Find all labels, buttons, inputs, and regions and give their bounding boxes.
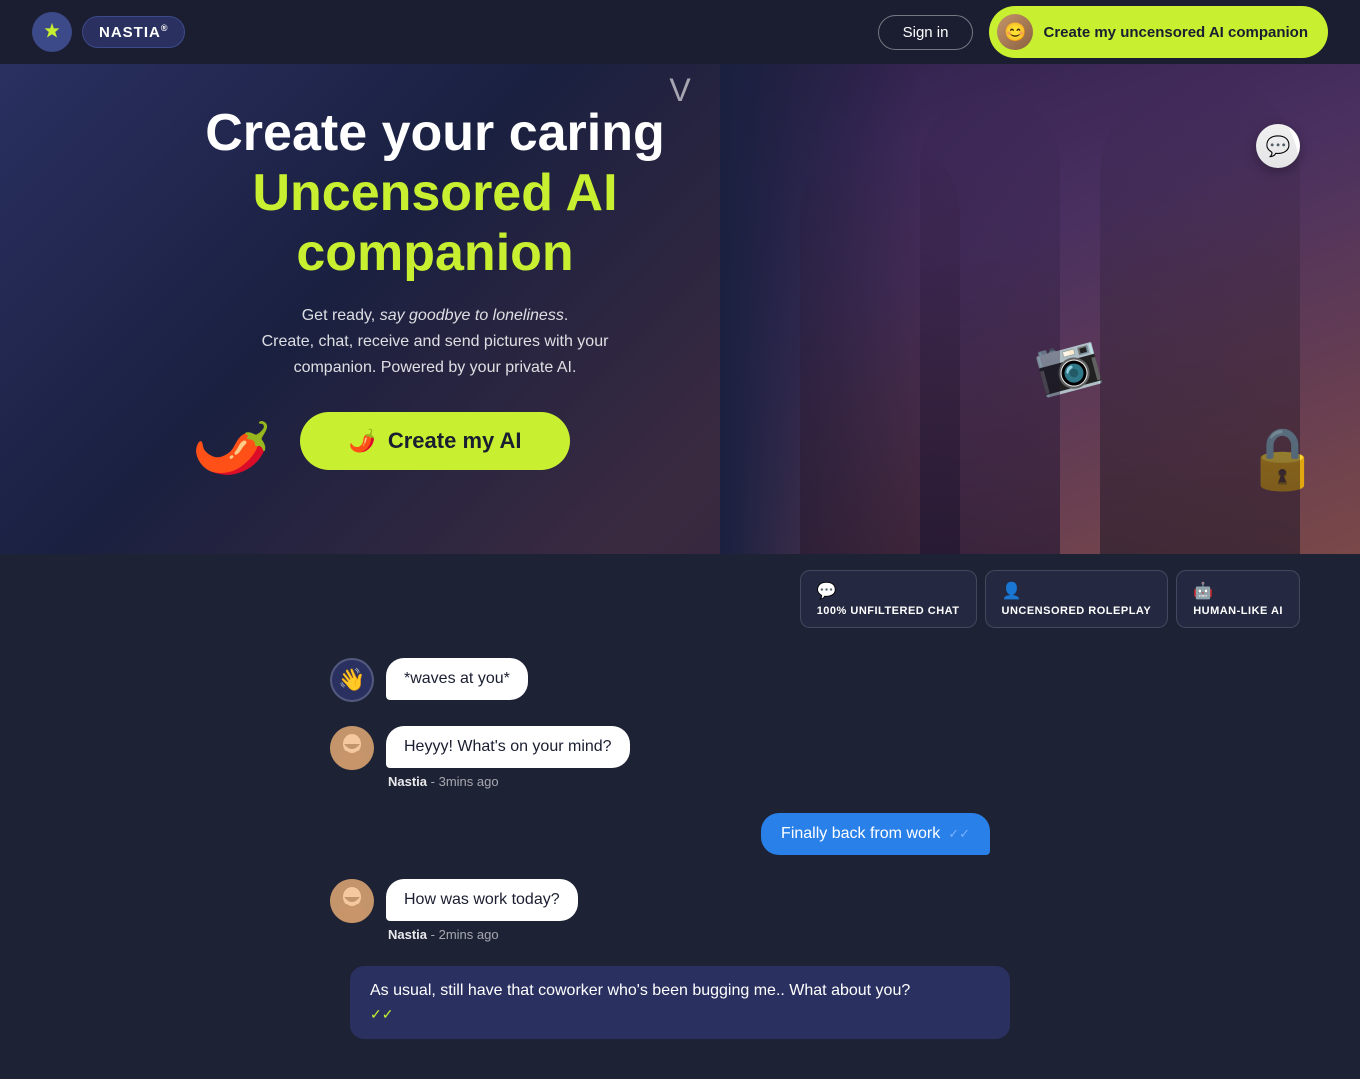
badge-roleplay-icon: 👤	[1002, 581, 1022, 601]
badge-roleplay: 👤 UNCENSORED ROLEPLAY	[985, 570, 1169, 628]
chat-text-wave: *waves at you*	[404, 670, 510, 687]
chat-bubble-ai-long: As usual, still have that coworker who's…	[350, 966, 1010, 1039]
hero-title-line2: Uncensored AI	[175, 164, 695, 224]
hero-image-area: 💬 📷 🔒	[720, 64, 1360, 554]
chat-row-nastia-1: Heyyy! What's on your mind? Nastia - 3mi…	[330, 726, 1030, 789]
chat-bubble-user-1: Finally back from work ✓✓	[761, 813, 990, 855]
wave-avatar: 👋	[330, 658, 374, 702]
badge-chat-text: 100% UNFILTERED CHAT	[817, 605, 960, 617]
nastia-message-2: How was work today? Nastia - 2mins ago	[386, 879, 578, 942]
double-check-1: ✓✓	[948, 826, 970, 842]
chat-meta-nastia-1: Nastia - 3mins ago	[386, 774, 630, 789]
chat-bubble-nastia-2: How was work today?	[386, 879, 578, 921]
chili-icon: 🌶️	[348, 428, 375, 454]
chat-row-ai-long: As usual, still have that coworker who's…	[330, 966, 1030, 1039]
subtitle-part1: Get ready,	[302, 307, 380, 324]
hero-content: Create your caring Uncensored AI compani…	[175, 64, 695, 510]
create-ai-button[interactable]: 🌶️ Create my AI	[300, 412, 569, 470]
cta-companion-button[interactable]: 😊 Create my uncensored AI companion	[989, 6, 1328, 58]
brand-badge: NASTIA®	[82, 16, 185, 48]
create-ai-label: Create my AI	[388, 428, 522, 454]
chat-meta-nastia-2: Nastia - 2mins ago	[386, 927, 578, 942]
cta-avatar: 😊	[997, 14, 1033, 50]
subtitle-line3: companion. Powered by your private AI.	[294, 359, 577, 376]
nastia-avatar-2	[330, 879, 374, 923]
nastia-name-1: Nastia	[388, 774, 427, 789]
hero-section: V 💬 📷 🔒 Create your caring Uncensored AI…	[0, 64, 1360, 554]
nastia-time-1: 3mins ago	[439, 774, 499, 789]
subtitle-line2: Create, chat, receive and send pictures …	[262, 333, 609, 350]
sign-in-button[interactable]: Sign in	[878, 15, 974, 50]
double-check-green: ✓✓	[370, 1006, 990, 1023]
hero-title-line3: companion	[175, 224, 695, 284]
cta-companion-label: Create my uncensored AI companion	[1043, 24, 1308, 41]
navbar: NASTIA® Sign in 😊 Create my uncensored A…	[0, 0, 1360, 64]
subtitle-italic: say goodbye to loneliness	[380, 307, 564, 324]
hero-subtitle: Get ready, say goodbye to loneliness. Cr…	[175, 303, 695, 380]
chat-bubble-nastia-1: Heyyy! What's on your mind?	[386, 726, 630, 768]
badge-chat-icon: 💬	[817, 581, 837, 601]
nastia-time-2: 2mins ago	[439, 927, 499, 942]
chat-text-user-1: Finally back from work	[781, 825, 940, 843]
hero-title-line1: Create your caring	[175, 104, 695, 164]
chat-text-nastia-2: How was work today?	[404, 891, 560, 908]
badge-human-text: HUMAN-LIKE AI	[1193, 605, 1283, 617]
logo-icon	[32, 12, 72, 52]
chat-text-ai-long: As usual, still have that coworker who's…	[370, 982, 910, 999]
subtitle-part2: .	[564, 307, 568, 324]
chat-text-nastia-1: Heyyy! What's on your mind?	[404, 738, 612, 755]
navbar-right: Sign in 😊 Create my uncensored AI compan…	[878, 6, 1328, 58]
badge-unfiltered-chat: 💬 100% UNFILTERED CHAT	[800, 570, 977, 628]
nastia-message-1: Heyyy! What's on your mind? Nastia - 3mi…	[386, 726, 630, 789]
chat-row-user-1: Finally back from work ✓✓	[330, 813, 1030, 855]
badge-human-icon: 🤖	[1193, 581, 1213, 601]
chat-bubble-wave: *waves at you*	[386, 658, 528, 700]
chat-row-nastia-2: How was work today? Nastia - 2mins ago	[330, 879, 1030, 942]
feature-badges: 💬 100% UNFILTERED CHAT 👤 UNCENSORED ROLE…	[0, 554, 1360, 628]
navbar-left: NASTIA®	[32, 12, 185, 52]
nastia-name-2: Nastia	[388, 927, 427, 942]
badge-human-like: 🤖 HUMAN-LIKE AI	[1176, 570, 1300, 628]
chat-row-wave: 👋 *waves at you*	[330, 658, 1030, 702]
nastia-avatar-1	[330, 726, 374, 770]
badge-roleplay-text: UNCENSORED ROLEPLAY	[1002, 605, 1152, 617]
chat-section: 👋 *waves at you* Heyyy! What's on your m…	[330, 628, 1030, 1079]
